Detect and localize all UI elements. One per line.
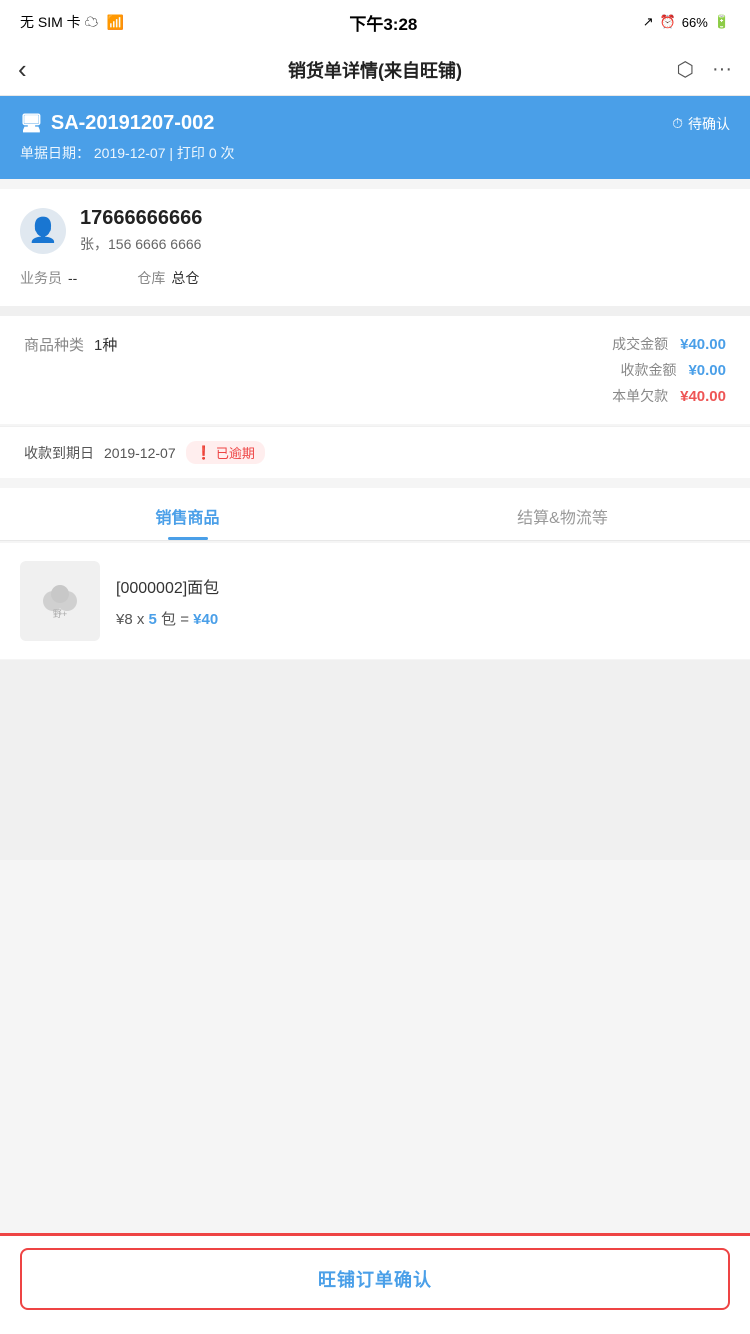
tab-sales-goods[interactable]: 销售商品 (0, 488, 375, 540)
divider-1 (0, 306, 750, 316)
quantity-highlight: 5 (149, 611, 157, 628)
order-icon: 🖥 (20, 113, 43, 134)
owed-label: 本单欠款 (612, 386, 668, 406)
goods-type-value: 1种 (94, 334, 117, 355)
product-name: [0000002]面包 (116, 574, 730, 598)
more-icon[interactable]: ··· (712, 58, 732, 81)
tab-settlement[interactable]: 结算&物流等 (375, 488, 750, 540)
order-date-row: 单据日期： 2019-12-07 | 打印 0 次 (20, 143, 730, 163)
avatar-icon: 👤 (28, 216, 58, 245)
goods-type-field: 商品种类 1种 (24, 334, 117, 355)
product-details: [0000002]面包 ¥8 x 5 包 = ¥40 (116, 574, 730, 629)
customer-card: 👤 17666666666 张，156 6666 6666 业务员 -- 仓库 … (0, 189, 750, 306)
status-right: ↗ ⏰ 66% 🔋 (643, 14, 730, 30)
footer-space (0, 660, 750, 860)
received-label: 收款金额 (620, 360, 676, 380)
table-row: 野+ [0000002]面包 ¥8 x 5 包 = ¥40 (0, 543, 750, 660)
nav-actions: ⬡ ··· (677, 57, 732, 82)
order-status: ⏱ 待确认 (672, 114, 730, 134)
confirm-order-button[interactable]: 旺铺订单确认 (20, 1248, 730, 1310)
order-header-card: 🖥 SA-20191207-002 ⏱ 待确认 单据日期： 2019-12-07… (0, 96, 750, 179)
warehouse-value: 总仓 (171, 268, 199, 288)
wifi-icon: 📶 (107, 14, 124, 31)
share-icon[interactable]: ⬡ (677, 57, 694, 82)
status-left: 无 SIM 卡 ☁ 📶 (20, 12, 124, 32)
customer-name: 张，156 6666 6666 (80, 234, 202, 254)
deal-amount-value: ¥40.00 (680, 336, 726, 353)
owed-value: ¥40.00 (680, 388, 726, 405)
owed-row: 本单欠款 ¥40.00 (612, 386, 726, 406)
sim-status: 无 SIM 卡 ☁ (20, 12, 99, 32)
bottom-bar: 旺铺订单确认 (0, 1233, 750, 1334)
product-list: 野+ [0000002]面包 ¥8 x 5 包 = ¥40 (0, 543, 750, 660)
overdue-badge: ❗ 已逾期 (186, 441, 265, 464)
avatar: 👤 (20, 208, 66, 254)
back-button[interactable]: ‹ (18, 54, 37, 85)
nav-bar: ‹ 销货单详情(来自旺铺) ⬡ ··· (0, 44, 750, 96)
salesperson-value: -- (68, 270, 77, 286)
salesperson-field: 业务员 -- (20, 268, 77, 288)
due-date-row: 收款到期日 2019-12-07 ❗ 已逾期 (0, 426, 750, 478)
order-id: 🖥 SA-20191207-002 (20, 112, 214, 135)
clock-icon: ⏱ (672, 115, 683, 132)
deal-amount-label: 成交金额 (612, 334, 668, 354)
received-row: 收款金额 ¥0.00 (620, 360, 726, 380)
customer-phone: 17666666666 (80, 207, 202, 230)
svg-text:野+: 野+ (53, 609, 67, 619)
product-thumbnail: 野+ (20, 561, 100, 641)
goods-type-label: 商品种类 (24, 334, 84, 355)
summary-card: 商品种类 1种 成交金额 ¥40.00 收款金额 ¥0.00 本单欠款 ¥40.… (0, 316, 750, 424)
battery-level: 66% (682, 15, 708, 30)
status-time: 下午3:28 (349, 10, 417, 35)
warehouse-label: 仓库 (137, 268, 165, 288)
received-value: ¥0.00 (688, 362, 726, 379)
warehouse-field: 仓库 总仓 (137, 268, 199, 288)
product-price: ¥8 x 5 包 = ¥40 (116, 608, 730, 629)
due-date-value: 2019-12-07 (104, 445, 176, 461)
price-total: ¥40 (193, 611, 218, 628)
salesperson-label: 业务员 (20, 268, 62, 288)
overdue-icon: ❗ (196, 445, 212, 461)
amounts-block: 成交金额 ¥40.00 收款金额 ¥0.00 本单欠款 ¥40.00 (612, 334, 726, 406)
deal-amount-row: 成交金额 ¥40.00 (612, 334, 726, 354)
overdue-text: 已逾期 (216, 443, 255, 462)
tabs-container: 销售商品 结算&物流等 (0, 488, 750, 541)
page-title: 销货单详情(来自旺铺) (288, 57, 462, 83)
due-date-label: 收款到期日 (24, 443, 94, 463)
status-bar: 无 SIM 卡 ☁ 📶 下午3:28 ↗ ⏰ 66% 🔋 (0, 0, 750, 44)
location-icon: ↗ (643, 14, 654, 30)
alarm-icon: ⏰ (660, 14, 676, 30)
battery-icon: 🔋 (714, 14, 730, 30)
